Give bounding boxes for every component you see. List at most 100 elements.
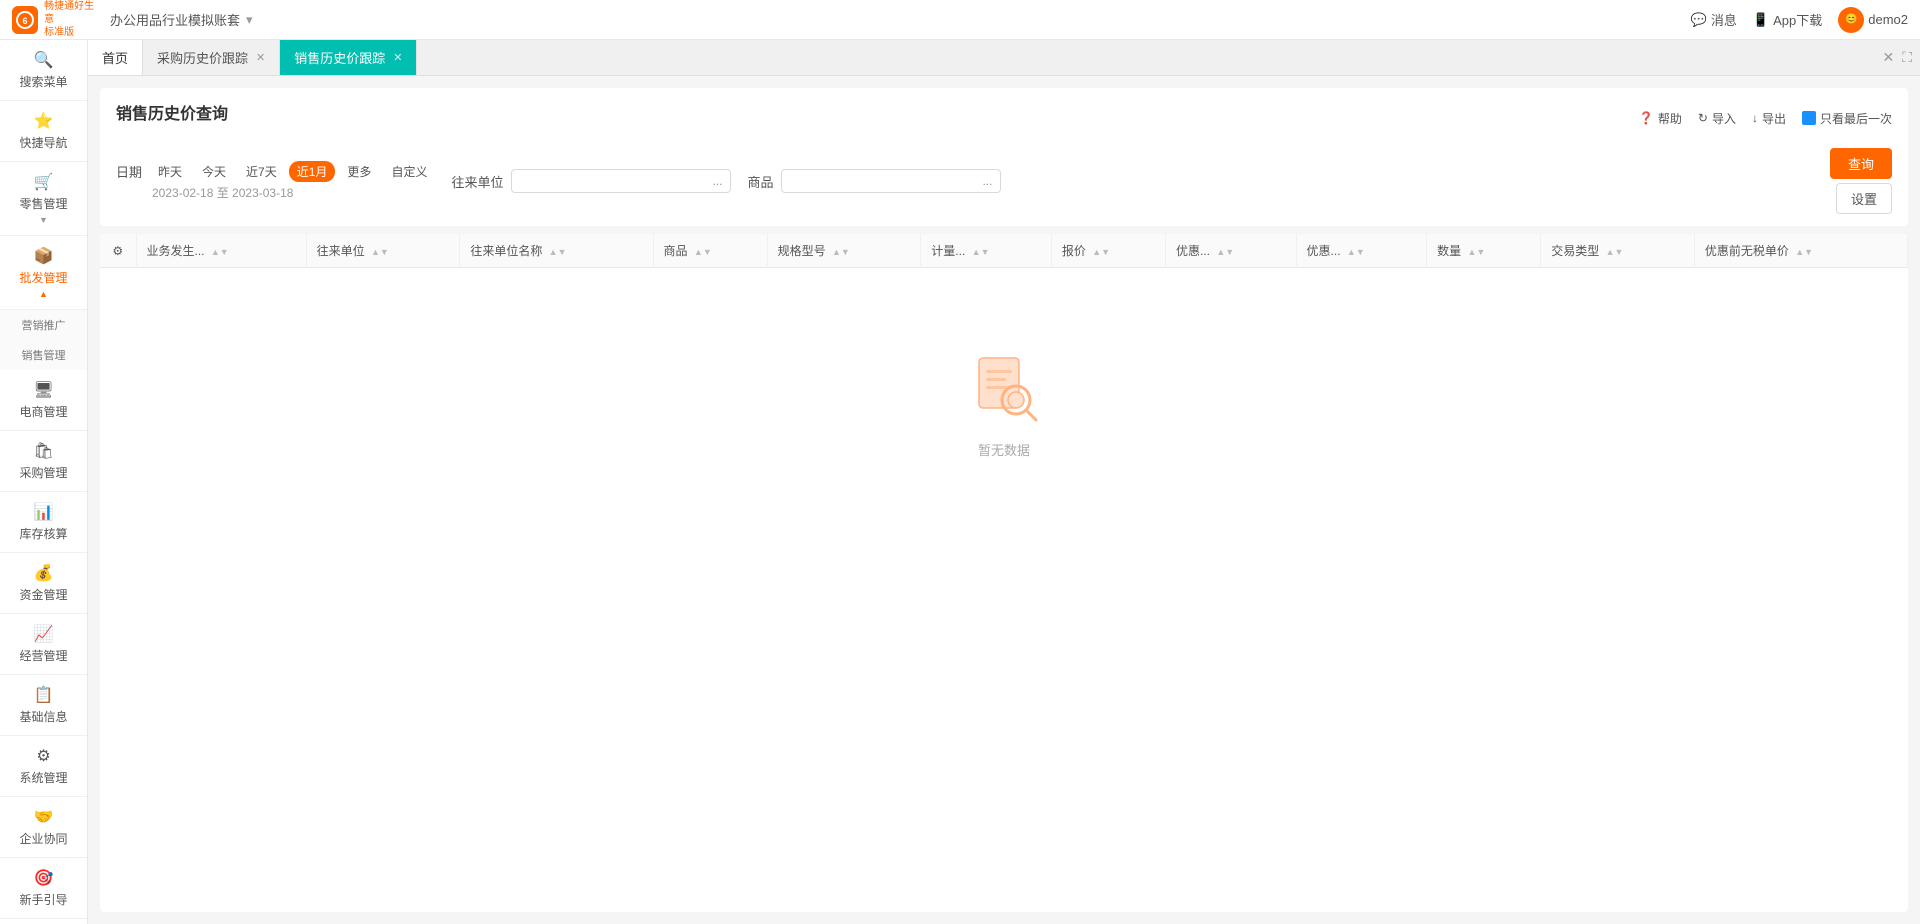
col-spec[interactable]: 规格型号 ▲▼ bbox=[767, 234, 921, 268]
sidebar-item-finance[interactable]: 💰 资金管理 bbox=[0, 553, 87, 614]
goods-dots: ... bbox=[982, 174, 992, 188]
page-title: 销售历史价查询 bbox=[116, 100, 228, 124]
sidebar-item-operations[interactable]: 📈 经营管理 bbox=[0, 614, 87, 675]
sort-biz-date: ▲▼ bbox=[211, 248, 229, 257]
col-discount2[interactable]: 优惠... ▲▼ bbox=[1296, 234, 1427, 268]
app-download-btn[interactable]: 📱 App下载 bbox=[1753, 10, 1822, 29]
sort-discount2: ▲▼ bbox=[1347, 248, 1365, 257]
tab-spacer bbox=[417, 40, 1874, 75]
date-pills: 昨天 今天 近7天 近1月 更多 自定义 bbox=[150, 161, 435, 182]
query-button[interactable]: 查询 bbox=[1830, 148, 1892, 179]
col-discount1-label: 优惠... bbox=[1176, 244, 1210, 258]
export-btn[interactable]: ↓ 导出 bbox=[1752, 110, 1786, 127]
export-icon: ↓ bbox=[1752, 111, 1758, 125]
col-settings[interactable]: ⚙ bbox=[100, 234, 136, 268]
partner-input[interactable]: ... bbox=[511, 169, 731, 193]
col-quote-label: 报价 bbox=[1062, 244, 1086, 258]
col-quote[interactable]: 报价 ▲▼ bbox=[1051, 234, 1165, 268]
col-biz-date-label: 业务发生... bbox=[147, 244, 205, 258]
tab-maximize-btn[interactable]: ⛶ bbox=[1902, 49, 1912, 66]
table-header-row: ⚙ 业务发生... ▲▼ 往来单位 ▲▼ 往来单位名称 bbox=[100, 234, 1908, 268]
message-btn[interactable]: 💬 消息 bbox=[1691, 10, 1737, 29]
import-btn[interactable]: ↻ 导入 bbox=[1698, 110, 1736, 127]
date-filter-group: 日期 昨天 今天 近7天 近1月 更多 自定义 2023-02-18 至 202… bbox=[116, 161, 435, 201]
sort-goods: ▲▼ bbox=[694, 248, 712, 257]
chevron-icon: ▾ bbox=[246, 12, 253, 28]
sales-tab-label: 销售历史价跟踪 bbox=[294, 48, 385, 67]
sort-qty: ▲▼ bbox=[1467, 248, 1485, 257]
col-pretax-price[interactable]: 优惠前无税单价 ▲▼ bbox=[1694, 234, 1907, 268]
tab-close-btn[interactable]: ✕ bbox=[1882, 49, 1894, 66]
sidebar: 🔍 搜索菜单 ⭐ 快捷导航 🛒 零售管理 ▼ 📦 批发管理 ▲ 营销推广 销售管… bbox=[0, 40, 88, 924]
trend-icon: 📈 bbox=[34, 624, 54, 644]
tab-sales-history[interactable]: 销售历史价跟踪 ✕ bbox=[280, 40, 417, 75]
col-discount1[interactable]: 优惠... ▲▼ bbox=[1165, 234, 1296, 268]
data-table: ⚙ 业务发生... ▲▼ 往来单位 ▲▼ 往来单位名称 bbox=[100, 234, 1908, 268]
sidebar-item-sales[interactable]: 销售管理 bbox=[0, 340, 87, 370]
sidebar-item-basic[interactable]: 📋 基础信息 bbox=[0, 675, 87, 736]
purchase-tab-label: 采购历史价跟踪 bbox=[157, 48, 248, 67]
sidebar-item-search[interactable]: 🔍 搜索菜单 bbox=[0, 40, 87, 101]
tab-controls: ✕ ⛶ bbox=[1874, 40, 1920, 75]
sort-spec: ▲▼ bbox=[832, 248, 850, 257]
date-pill-yesterday[interactable]: 昨天 bbox=[150, 161, 190, 182]
star-icon: ⭐ bbox=[34, 111, 54, 131]
sidebar-item-system[interactable]: ⚙ 系统管理 bbox=[0, 736, 87, 797]
empty-icon bbox=[964, 348, 1044, 428]
message-icon: 💬 bbox=[1691, 12, 1707, 28]
col-unit[interactable]: 计量... ▲▼ bbox=[921, 234, 1052, 268]
col-trade-type-label: 交易类型 bbox=[1551, 244, 1599, 258]
col-qty-label: 数量 bbox=[1437, 244, 1461, 258]
col-pretax-price-label: 优惠前无税单价 bbox=[1705, 244, 1789, 258]
date-range-text: 2023-02-18 至 2023-03-18 bbox=[152, 184, 435, 201]
user-avatar-btn[interactable]: 😊 demo2 bbox=[1838, 7, 1908, 33]
tab-bar: 首页 采购历史价跟踪 ✕ 销售历史价跟踪 ✕ ✕ ⛶ bbox=[88, 40, 1920, 76]
table-wrap: ⚙ 业务发生... ▲▼ 往来单位 ▲▼ 往来单位名称 bbox=[100, 234, 1908, 912]
sidebar-item-purchase[interactable]: 🛍 采购管理 bbox=[0, 431, 87, 492]
date-pill-more[interactable]: 更多 bbox=[339, 161, 379, 182]
date-pill-custom[interactable]: 自定义 bbox=[383, 161, 435, 182]
sidebar-item-enterprise[interactable]: 🤝 企业协同 bbox=[0, 797, 87, 858]
col-biz-date[interactable]: 业务发生... ▲▼ bbox=[136, 234, 306, 268]
sidebar-item-wholesale[interactable]: 📦 批发管理 ▲ bbox=[0, 236, 87, 310]
col-goods[interactable]: 商品 ▲▼ bbox=[653, 234, 767, 268]
sort-discount1: ▲▼ bbox=[1216, 248, 1234, 257]
handshake-icon: 🤝 bbox=[34, 807, 54, 827]
tab-home[interactable]: 首页 bbox=[88, 40, 143, 75]
sort-quote: ▲▼ bbox=[1092, 248, 1110, 257]
settings-button[interactable]: 设置 bbox=[1836, 183, 1892, 214]
sidebar-item-retail[interactable]: 🛒 零售管理 ▼ bbox=[0, 162, 87, 236]
purchase-tab-close[interactable]: ✕ bbox=[256, 51, 265, 64]
empty-state: 暂无数据 bbox=[100, 268, 1908, 539]
sidebar-item-newbie[interactable]: 🎯 新手引导 bbox=[0, 858, 87, 919]
main-layout: 🔍 搜索菜单 ⭐ 快捷导航 🛒 零售管理 ▼ 📦 批发管理 ▲ 营销推广 销售管… bbox=[0, 40, 1920, 924]
sales-tab-close[interactable]: ✕ bbox=[393, 51, 402, 64]
sidebar-item-marketing[interactable]: 营销推广 bbox=[0, 310, 87, 340]
sidebar-item-apps[interactable]: 📱 应用中心 bbox=[0, 919, 87, 924]
date-pill-1month[interactable]: 近1月 bbox=[289, 161, 336, 182]
col-partner-name[interactable]: 往来单位名称 ▲▼ bbox=[460, 234, 653, 268]
partner-dots: ... bbox=[712, 174, 722, 188]
date-pill-7days[interactable]: 近7天 bbox=[238, 161, 285, 182]
date-pill-today[interactable]: 今天 bbox=[194, 161, 234, 182]
sidebar-item-quicknav[interactable]: ⭐ 快捷导航 bbox=[0, 101, 87, 162]
sidebar-item-ecommerce[interactable]: 🖥 电商管理 bbox=[0, 370, 87, 431]
import-icon: ↻ bbox=[1698, 111, 1708, 125]
date-label: 日期 bbox=[116, 162, 142, 181]
sidebar-item-inventory[interactable]: 📊 库存核算 bbox=[0, 492, 87, 553]
col-unit-label: 计量... bbox=[931, 244, 965, 258]
col-partner-code[interactable]: 往来单位 ▲▼ bbox=[306, 234, 460, 268]
goods-input[interactable]: ... bbox=[781, 169, 1001, 193]
col-qty[interactable]: 数量 ▲▼ bbox=[1427, 234, 1541, 268]
workspace-title: 办公用品行业模拟账套 bbox=[110, 10, 240, 29]
only-last-check[interactable]: 只看最后一次 bbox=[1802, 110, 1892, 127]
col-discount2-label: 优惠... bbox=[1307, 244, 1341, 258]
tab-purchase-history[interactable]: 采购历史价跟踪 ✕ bbox=[143, 40, 280, 75]
sort-partner-name: ▲▼ bbox=[549, 248, 567, 257]
help-btn[interactable]: ❓ 帮助 bbox=[1639, 110, 1682, 127]
top-bar: 6 畅捷通好生意 标准版 办公用品行业模拟账套 ▾ 💬 消息 📱 App下载 😊… bbox=[0, 0, 1920, 40]
monitor-icon: 🖥 bbox=[33, 380, 53, 400]
gear-icon: ⚙ bbox=[36, 746, 50, 766]
target-icon: 🎯 bbox=[34, 868, 54, 888]
col-trade-type[interactable]: 交易类型 ▲▼ bbox=[1541, 234, 1695, 268]
